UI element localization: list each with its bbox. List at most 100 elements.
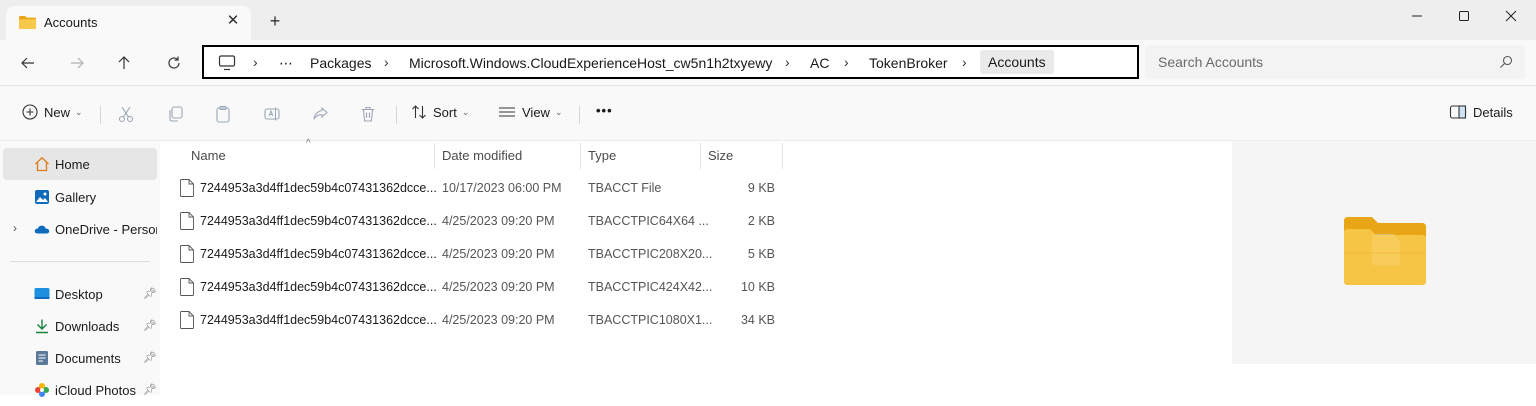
folder-icon (1344, 217, 1426, 285)
new-label: New (44, 104, 71, 120)
share-icon (313, 107, 328, 120)
close-window-button[interactable] (1488, 0, 1534, 32)
rename-button[interactable] (262, 104, 282, 124)
chevron-down-icon: ⌄ (461, 106, 470, 117)
pin-icon[interactable]: 📌︎ (143, 351, 157, 364)
file-date: 4/25/2023 09:20 PM (442, 247, 555, 261)
breadcrumb-current[interactable]: Accounts (980, 50, 1054, 74)
sidebar-item-label: OneDrive - Persona (55, 222, 157, 237)
delete-button[interactable] (358, 104, 378, 124)
new-button[interactable]: New ⌄ (22, 104, 83, 120)
icloud-photos-icon (35, 383, 49, 397)
scissors-icon (118, 106, 134, 123)
onedrive-cloud-icon (34, 225, 50, 234)
column-header-name[interactable]: Name (191, 148, 226, 163)
sort-button[interactable]: Sort ⌄ (411, 104, 469, 120)
close-icon (1505, 10, 1517, 22)
sort-icon (412, 105, 426, 119)
breadcrumb-ac[interactable]: AC (810, 55, 829, 71)
column-divider[interactable] (700, 143, 701, 169)
refresh-icon (168, 56, 180, 69)
rename-icon (264, 107, 280, 121)
file-size: 10 KB (740, 280, 775, 294)
file-type: TBACCTPIC208X20... (588, 247, 713, 261)
share-button[interactable] (310, 104, 330, 124)
sort-ascending-icon: ^ (306, 138, 311, 149)
column-header-size[interactable]: Size (708, 148, 733, 163)
file-row[interactable]: 7244953a3d4ff1dec59b4c07431362dcce... 10… (170, 172, 930, 204)
refresh-button[interactable] (162, 51, 186, 75)
back-button[interactable] (16, 51, 40, 75)
documents-icon (36, 351, 48, 365)
file-type: TBACCTPIC424X42... (588, 280, 713, 294)
view-label: View (522, 104, 550, 120)
search-icon[interactable] (1499, 55, 1513, 69)
breadcrumb-packages[interactable]: Packages (310, 55, 371, 71)
file-type: TBACCT File (588, 181, 662, 195)
address-bar[interactable]: › ⋯ Packages › Microsoft.Windows.CloudEx… (202, 45, 1139, 79)
column-divider[interactable] (782, 143, 783, 169)
breadcrumb-tokenbroker[interactable]: TokenBroker (869, 55, 948, 71)
breadcrumb-cloudexperiencehost[interactable]: Microsoft.Windows.CloudExperienceHost_cw… (409, 55, 772, 71)
chevron-right-icon[interactable]: › (13, 221, 17, 235)
file-size: 5 KB (747, 247, 775, 261)
file-size: 9 KB (747, 181, 775, 195)
address-row: › ⋯ Packages › Microsoft.Windows.CloudEx… (0, 40, 1536, 86)
sidebar-item-icloud-photos[interactable]: iCloud Photos 📌︎ (3, 374, 157, 406)
minimize-button[interactable] (1394, 0, 1440, 32)
chevron-down-icon: ⌄ (75, 106, 83, 117)
column-header-type[interactable]: Type (588, 148, 616, 163)
column-divider[interactable] (434, 143, 435, 169)
trash-icon (362, 106, 374, 122)
divider (579, 106, 580, 124)
sidebar-item-home[interactable]: Home (3, 148, 157, 180)
more-options-button[interactable]: ••• (596, 103, 613, 118)
new-tab-button[interactable]: + (266, 12, 284, 30)
file-size: 34 KB (740, 313, 775, 327)
search-box[interactable]: Search Accounts (1145, 45, 1525, 79)
sidebar-item-documents[interactable]: Documents 📌︎ (3, 342, 157, 374)
command-bar: New ⌄ Sort ⌄ View ⌄ ••• Details (0, 86, 1536, 141)
file-icon (180, 278, 194, 296)
chevron-right-icon: › (844, 54, 849, 70)
sidebar-item-label: Gallery (55, 190, 97, 205)
forward-button[interactable] (65, 51, 89, 75)
file-row[interactable]: 7244953a3d4ff1dec59b4c07431362dcce... 4/… (170, 271, 930, 303)
chevron-right-icon: › (785, 54, 790, 70)
sidebar-item-downloads[interactable]: Downloads 📌︎ (3, 310, 157, 342)
pin-icon[interactable]: 📌︎ (143, 287, 157, 300)
file-row[interactable]: 7244953a3d4ff1dec59b4c07431362dcce... 4/… (170, 238, 930, 270)
file-date: 10/17/2023 06:00 PM (442, 181, 562, 195)
sidebar-item-desktop[interactable]: Desktop 📌︎ (3, 278, 157, 310)
file-row[interactable]: 7244953a3d4ff1dec59b4c07431362dcce... 4/… (170, 304, 930, 336)
details-button[interactable]: Details (1449, 104, 1513, 120)
column-header-date[interactable]: Date modified (442, 148, 522, 163)
file-row[interactable]: 7244953a3d4ff1dec59b4c07431362dcce... 4/… (170, 205, 930, 237)
maximize-button[interactable] (1441, 0, 1487, 32)
details-pane (1232, 141, 1536, 364)
tab-accounts[interactable]: Accounts ✕ (6, 6, 251, 40)
pin-icon[interactable]: 📌︎ (143, 319, 157, 332)
download-arrow-icon (36, 319, 48, 334)
home-icon (35, 156, 49, 172)
cut-button[interactable] (116, 104, 136, 124)
sidebar-item-label: Home (55, 157, 90, 172)
copy-button[interactable] (165, 104, 185, 124)
up-button[interactable] (112, 51, 136, 75)
close-tab-icon[interactable]: ✕ (224, 12, 242, 30)
copy-icon (169, 106, 183, 122)
chevron-right-icon: › (384, 54, 389, 70)
column-divider[interactable] (580, 143, 581, 169)
pin-icon[interactable]: 📌︎ (143, 383, 157, 396)
file-type: TBACCTPIC1080X1... (588, 313, 713, 327)
sidebar-item-gallery[interactable]: Gallery (3, 181, 157, 213)
paste-button[interactable] (213, 104, 233, 124)
view-list-icon (499, 107, 515, 117)
file-name: 7244953a3d4ff1dec59b4c07431362dcce... (200, 313, 437, 327)
arrow-left-icon (21, 57, 34, 69)
divider (396, 106, 397, 124)
breadcrumb-overflow[interactable]: ⋯ (279, 55, 293, 72)
sidebar-item-label: Desktop (55, 287, 103, 302)
view-button[interactable]: View ⌄ (498, 104, 563, 120)
sidebar-item-onedrive[interactable]: › OneDrive - Persona (3, 213, 157, 245)
